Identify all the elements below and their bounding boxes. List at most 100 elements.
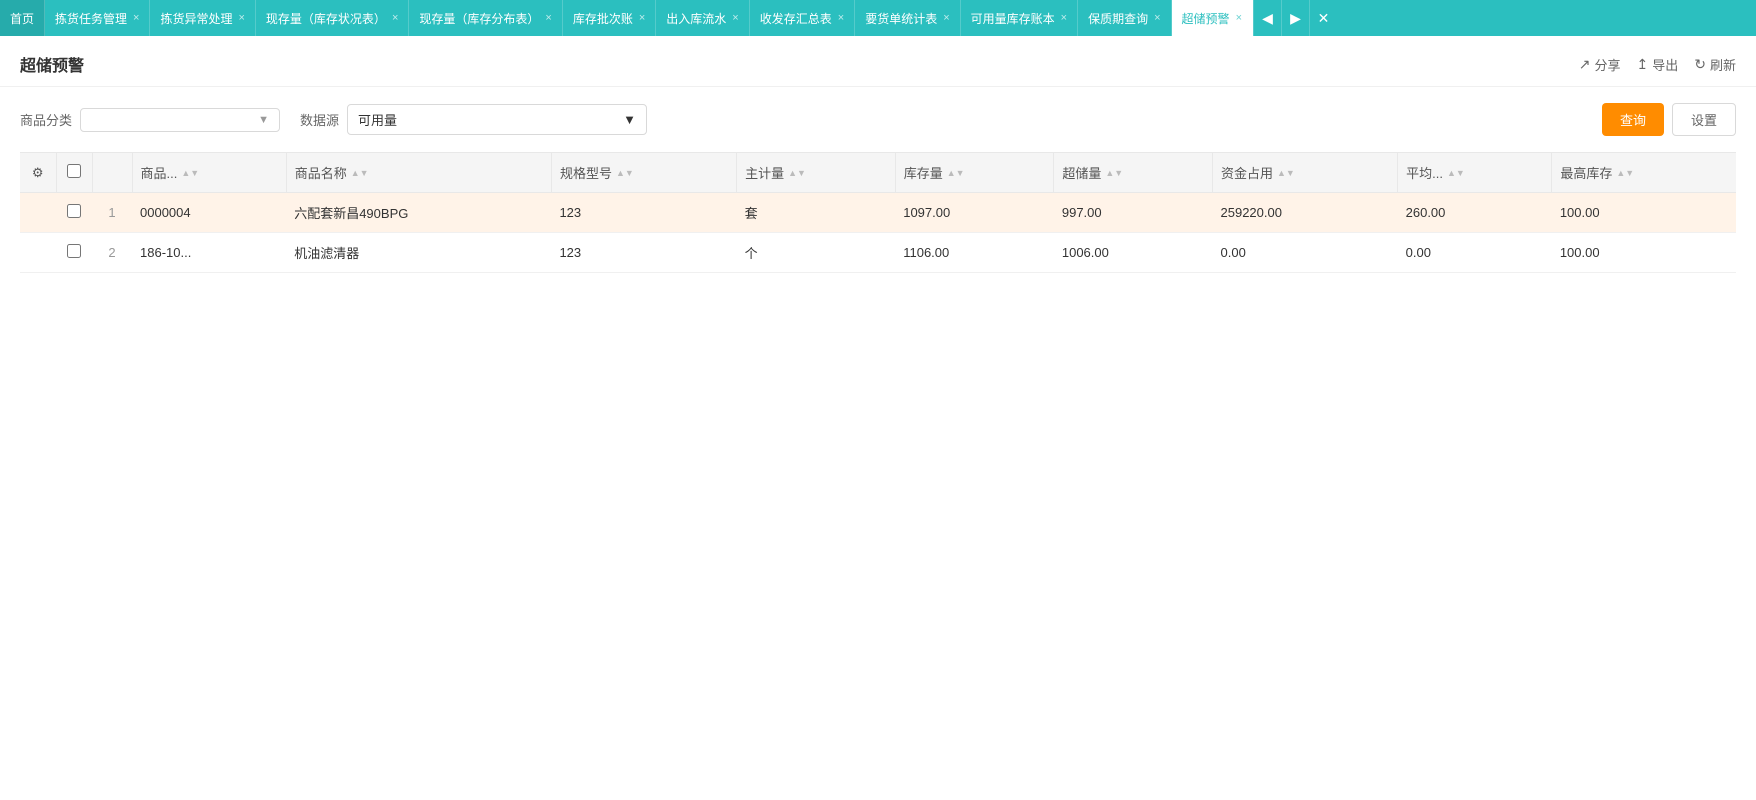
- row-product-name: 机油滤清器: [286, 233, 551, 273]
- nav-summary-close[interactable]: ×: [838, 12, 844, 24]
- nav-abnormal[interactable]: 拣货异常处理 ×: [150, 0, 255, 36]
- th-unit[interactable]: 主计量 ▲▼: [737, 153, 896, 193]
- nav-summary[interactable]: 收发存汇总表 ×: [750, 0, 855, 36]
- nav-available[interactable]: 可用量库存账本 ×: [961, 0, 1078, 36]
- row-gear-cell: [20, 233, 56, 273]
- nav-prev-arrow[interactable]: ◀: [1253, 0, 1281, 36]
- th-unit-label: 主计量: [745, 163, 784, 182]
- row-product-code: 186-10...: [132, 233, 286, 273]
- category-select[interactable]: ▼: [80, 108, 280, 132]
- th-checkbox[interactable]: [56, 153, 92, 193]
- nav-task-mgmt-close[interactable]: ×: [133, 12, 139, 24]
- header-actions: ↗ 分享 ↥ 导出 ↻ 刷新: [1579, 55, 1736, 74]
- filter-bar: 商品分类 ▼ 数据源 可用量 ▼ 查询 设置: [0, 87, 1756, 152]
- th-stock[interactable]: 库存量 ▲▼: [895, 153, 1054, 193]
- row-stock: 1097.00: [895, 193, 1054, 233]
- th-unit-sort[interactable]: 主计量 ▲▼: [745, 163, 806, 182]
- datasource-dropdown-icon: ▼: [623, 112, 636, 127]
- select-all-checkbox[interactable]: [67, 164, 81, 178]
- th-capital-label: 资金占用: [1221, 163, 1273, 182]
- row-unit: 个: [737, 233, 896, 273]
- nav-home[interactable]: 首页: [0, 0, 45, 36]
- th-avg-sort[interactable]: 平均... ▲▼: [1406, 163, 1465, 182]
- th-product-code-sort[interactable]: 商品... ▲▼: [141, 163, 200, 182]
- nav-stock-dist[interactable]: 现存量（库存分布表） ×: [409, 0, 562, 36]
- nav-overstock[interactable]: 超储预警 ×: [1172, 0, 1253, 36]
- th-product-code[interactable]: 商品... ▲▼: [132, 153, 286, 193]
- nav-stock-dist-label: 现存量（库存分布表）: [419, 10, 539, 27]
- row-product-name: 六配套新昌490BPG: [286, 193, 551, 233]
- nav-abnormal-label: 拣货异常处理: [160, 10, 232, 27]
- row-checkbox-cell[interactable]: [56, 193, 92, 233]
- nav-home-label: 首页: [10, 10, 34, 27]
- nav-stock-status-close[interactable]: ×: [392, 12, 398, 24]
- category-dropdown-icon: ▼: [258, 114, 269, 126]
- nav-stock-status[interactable]: 现存量（库存状况表） ×: [256, 0, 409, 36]
- nav-quality-close[interactable]: ×: [1154, 12, 1160, 24]
- nav-requisition[interactable]: 要货单统计表 ×: [855, 0, 960, 36]
- share-button[interactable]: ↗ 分享: [1579, 55, 1621, 74]
- th-capital-sort[interactable]: 资金占用 ▲▼: [1221, 163, 1295, 182]
- nav-overstock-label: 超储预警: [1182, 10, 1230, 27]
- table-body: 1 0000004 六配套新昌490BPG 123 套 1097.00 997.…: [20, 193, 1736, 273]
- nav-requisition-close[interactable]: ×: [943, 12, 949, 24]
- th-stock-label: 库存量: [904, 163, 943, 182]
- gear-icon: ⚙: [32, 165, 44, 180]
- th-overstock[interactable]: 超储量 ▲▼: [1054, 153, 1213, 193]
- nav-task-mgmt[interactable]: 拣货任务管理 ×: [45, 0, 150, 36]
- nav-batch[interactable]: 库存批次账 ×: [563, 0, 656, 36]
- query-button[interactable]: 查询: [1602, 103, 1664, 136]
- th-stock-sort[interactable]: 库存量 ▲▼: [904, 163, 965, 182]
- th-gear[interactable]: ⚙: [20, 153, 56, 193]
- sort-icon-max-stock: ▲▼: [1616, 168, 1634, 178]
- sort-icon-product-code: ▲▼: [181, 168, 199, 178]
- nav-abnormal-close[interactable]: ×: [238, 12, 244, 24]
- row-max-stock: 100.00: [1552, 193, 1736, 233]
- filter-datasource: 数据源 可用量 ▼: [300, 104, 647, 135]
- row-over-stock: 997.00: [1054, 193, 1213, 233]
- row-spec: 123: [551, 233, 736, 273]
- th-max-stock-sort[interactable]: 最高库存 ▲▼: [1560, 163, 1634, 182]
- nav-next-arrow[interactable]: ▶: [1281, 0, 1309, 36]
- row-checkbox[interactable]: [67, 204, 81, 218]
- th-avg[interactable]: 平均... ▲▼: [1398, 153, 1552, 193]
- th-max-stock[interactable]: 最高库存 ▲▼: [1552, 153, 1736, 193]
- nav-inout[interactable]: 出入库流水 ×: [656, 0, 749, 36]
- nav-quality-label: 保质期查询: [1088, 10, 1148, 27]
- th-capital[interactable]: 资金占用 ▲▼: [1213, 153, 1398, 193]
- th-spec[interactable]: 规格型号 ▲▼: [551, 153, 736, 193]
- row-gear-cell: [20, 193, 56, 233]
- nav-overstock-close[interactable]: ×: [1236, 12, 1242, 24]
- nav-batch-close[interactable]: ×: [639, 12, 645, 24]
- table-row[interactable]: 1 0000004 六配套新昌490BPG 123 套 1097.00 997.…: [20, 193, 1736, 233]
- row-spec: 123: [551, 193, 736, 233]
- table-row[interactable]: 2 186-10... 机油滤清器 123 个 1106.00 1006.00 …: [20, 233, 1736, 273]
- th-overstock-sort[interactable]: 超储量 ▲▼: [1062, 163, 1123, 182]
- nav-available-close[interactable]: ×: [1061, 12, 1067, 24]
- share-icon: ↗: [1579, 56, 1591, 73]
- nav-summary-label: 收发存汇总表: [760, 10, 832, 27]
- main-content: 超储预警 ↗ 分享 ↥ 导出 ↻ 刷新 商品分类 ▼ 数据源: [0, 36, 1756, 800]
- page-title: 超储预警: [20, 52, 84, 76]
- datasource-select-text: 可用量: [358, 110, 397, 129]
- export-button[interactable]: ↥ 导出: [1637, 55, 1679, 74]
- th-spec-label: 规格型号: [560, 163, 612, 182]
- export-icon: ↥: [1637, 56, 1649, 73]
- sort-icon-stock: ▲▼: [947, 168, 965, 178]
- nav-inout-close[interactable]: ×: [732, 12, 738, 24]
- th-spec-sort[interactable]: 规格型号 ▲▼: [560, 163, 634, 182]
- row-checkbox[interactable]: [67, 244, 81, 258]
- th-product-code-label: 商品...: [141, 163, 178, 182]
- data-table: ⚙ 商品... ▲▼ 商品名称: [20, 152, 1736, 273]
- settings-button[interactable]: 设置: [1672, 103, 1736, 136]
- row-stock: 1106.00: [895, 233, 1054, 273]
- datasource-select[interactable]: 可用量 ▼: [347, 104, 647, 135]
- nav-stock-dist-close[interactable]: ×: [545, 12, 551, 24]
- row-checkbox-cell[interactable]: [56, 233, 92, 273]
- nav-quality[interactable]: 保质期查询 ×: [1078, 0, 1171, 36]
- row-over-stock: 1006.00: [1054, 233, 1213, 273]
- th-product-name[interactable]: 商品名称 ▲▼: [286, 153, 551, 193]
- nav-close-all-arrow[interactable]: ✕: [1309, 0, 1337, 36]
- refresh-button[interactable]: ↻ 刷新: [1694, 55, 1736, 74]
- th-product-name-sort[interactable]: 商品名称 ▲▼: [295, 163, 369, 182]
